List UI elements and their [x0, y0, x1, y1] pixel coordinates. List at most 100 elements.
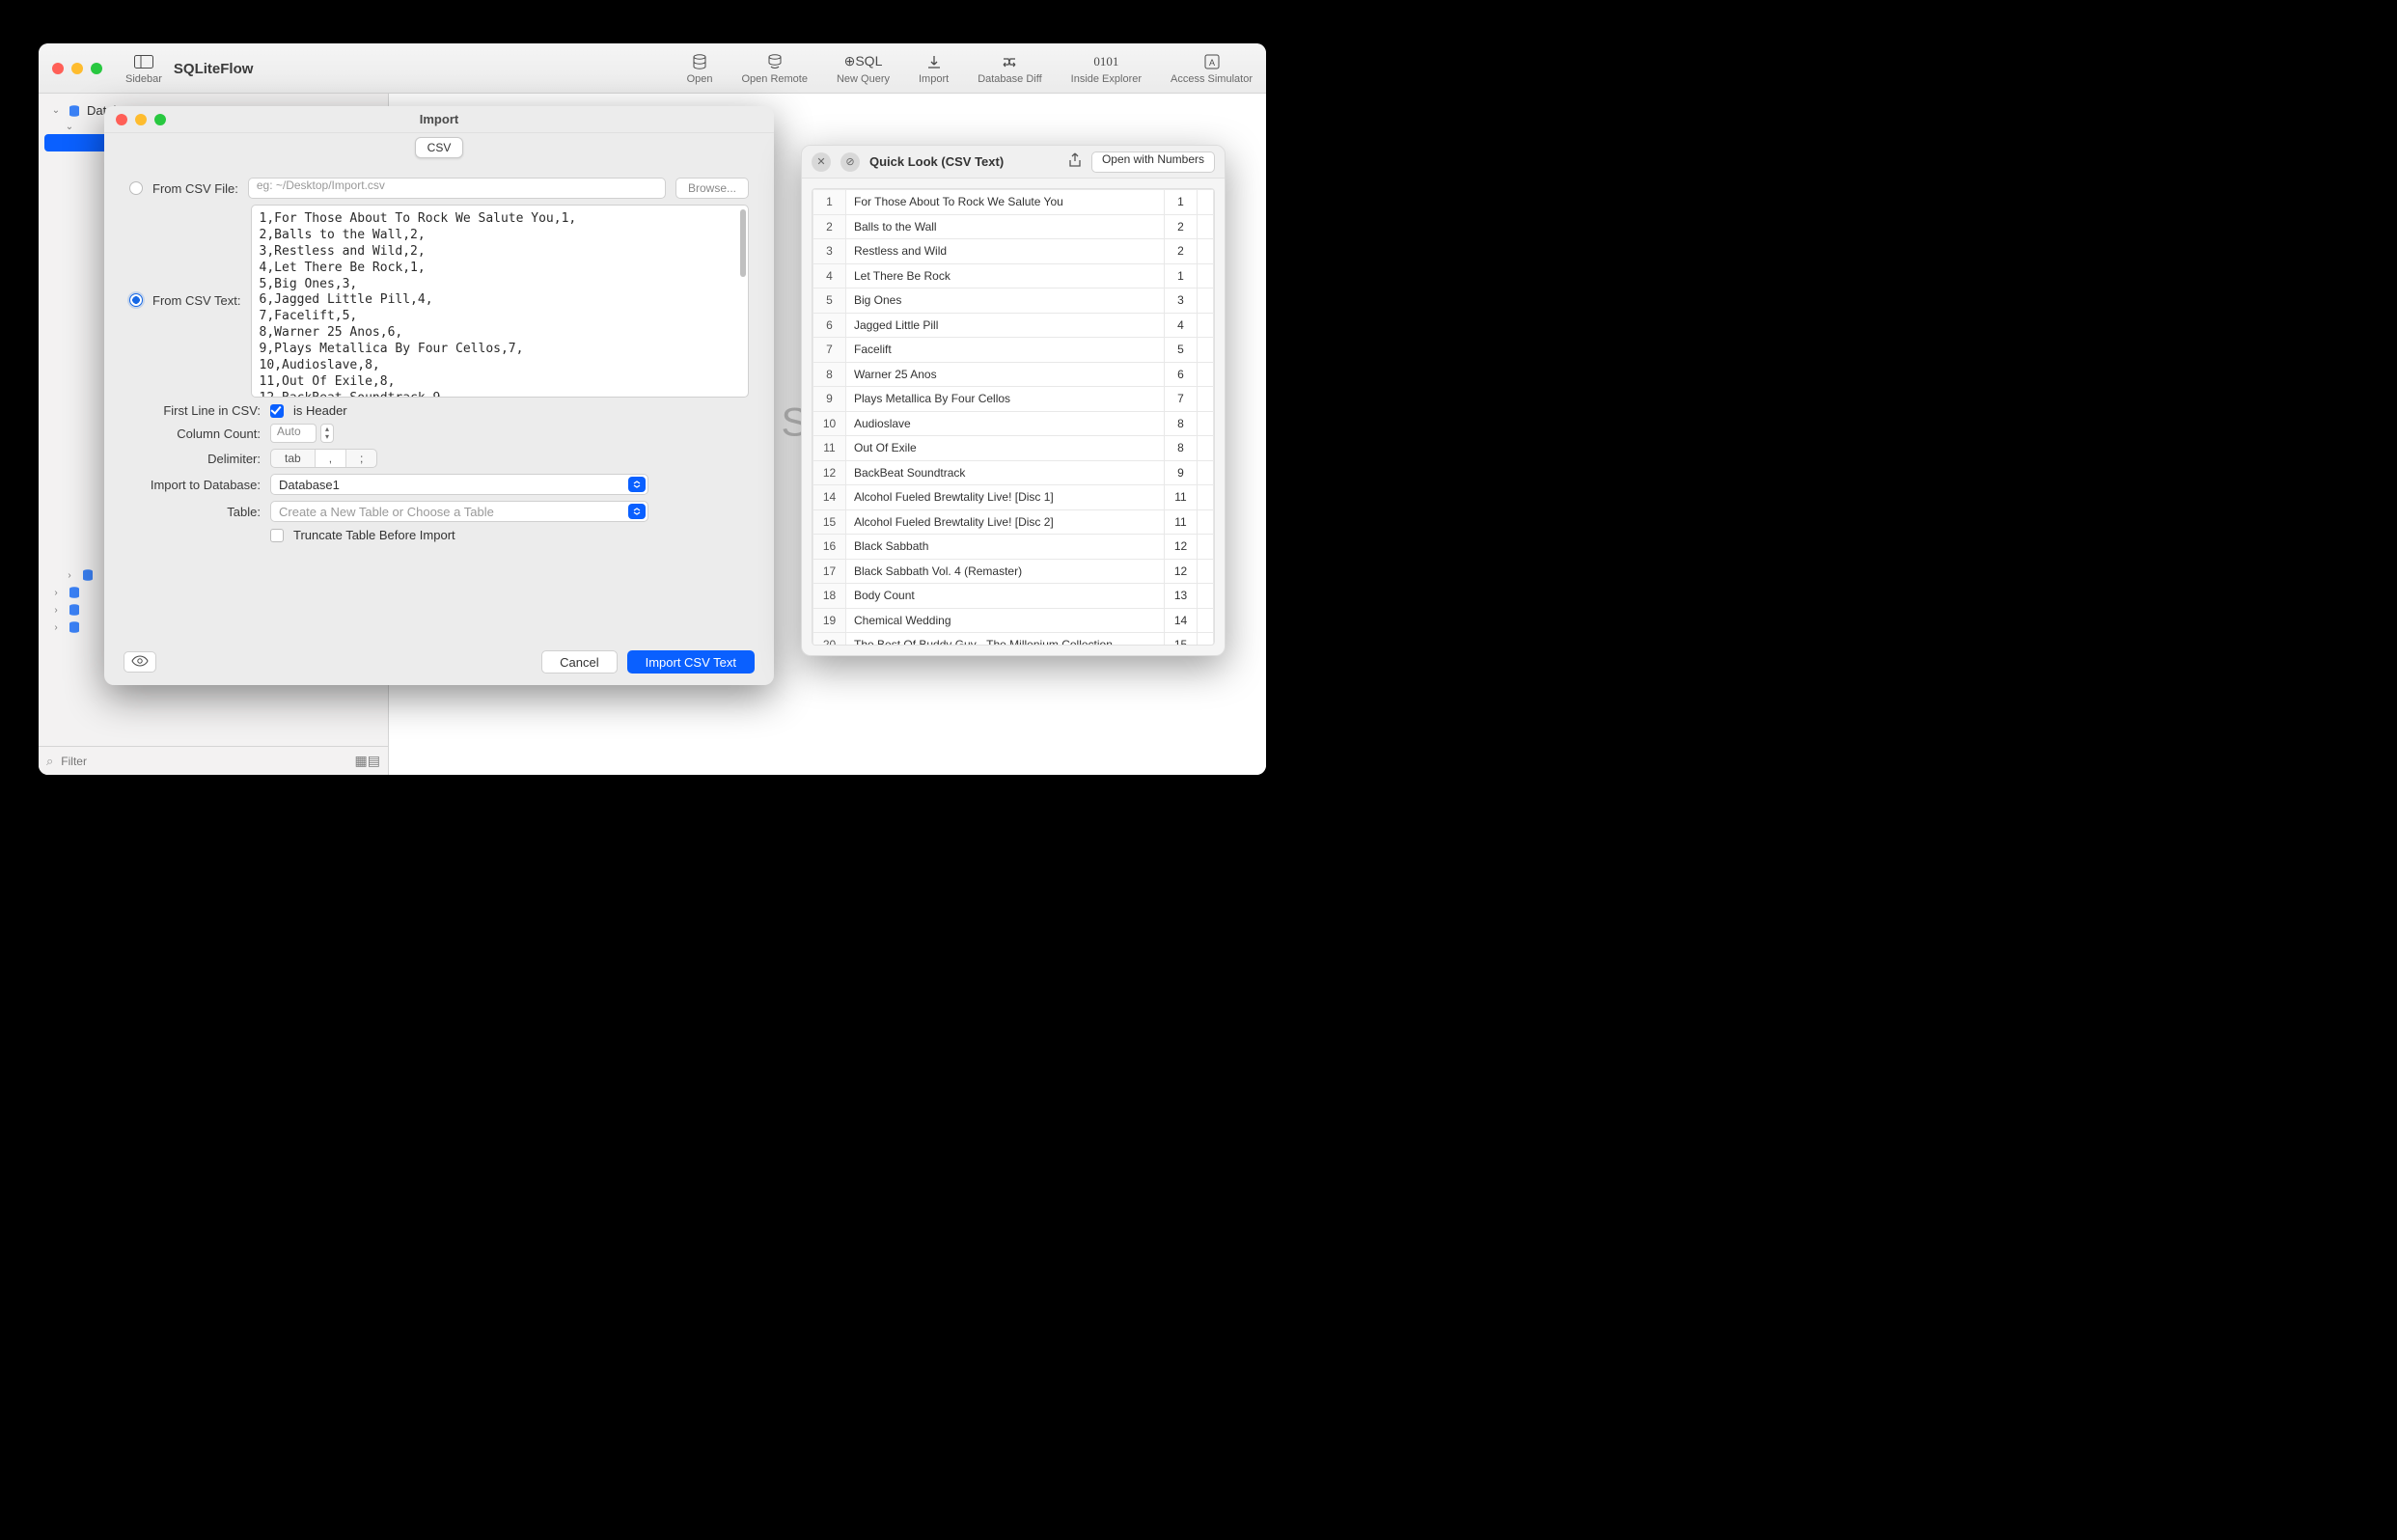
close-window-icon[interactable] [52, 63, 64, 74]
row-pad [1198, 214, 1214, 239]
inside-explorer-button[interactable]: 0101 Inside Explorer [1071, 52, 1142, 85]
table-row[interactable]: 2 Balls to the Wall 2 [813, 214, 1214, 239]
database-diff-button[interactable]: Database Diff [978, 52, 1041, 85]
row-value: 9 [1165, 460, 1198, 485]
table-row[interactable]: 4 Let There Be Rock 1 [813, 263, 1214, 289]
quick-look-panel: ✕ ⊘ Quick Look (CSV Text) Open with Numb… [801, 145, 1226, 656]
database-icon [68, 603, 81, 617]
binary-icon: 0101 [1093, 52, 1118, 71]
close-quicklook-icon[interactable]: ✕ [812, 152, 831, 172]
svg-text:A: A [1208, 58, 1214, 68]
from-text-label: From CSV Text: [152, 293, 241, 308]
sidebar-filter-input[interactable] [59, 754, 348, 769]
row-pad [1198, 584, 1214, 609]
row-value: 13 [1165, 584, 1198, 609]
table-row[interactable]: 15 Alcohol Fueled Brewtality Live! [Disc… [813, 509, 1214, 535]
column-count-input[interactable]: Auto [270, 424, 317, 443]
tab-csv[interactable]: CSV [415, 137, 464, 158]
row-index: 2 [813, 214, 846, 239]
row-title: Balls to the Wall [846, 214, 1165, 239]
chevron-right-icon: › [50, 588, 62, 598]
scrollbar-thumb[interactable] [740, 209, 746, 277]
delimiter-tab[interactable]: tab [271, 450, 316, 467]
share-icon[interactable] [1068, 152, 1082, 172]
database-select[interactable]: Database1 [270, 474, 648, 495]
row-title: For Those About To Rock We Salute You [846, 190, 1165, 215]
disable-quicklook-icon[interactable]: ⊘ [840, 152, 860, 172]
quick-look-table: 1 For Those About To Rock We Salute You … [813, 189, 1214, 646]
table-row[interactable]: 3 Restless and Wild 2 [813, 239, 1214, 264]
row-title: Body Count [846, 584, 1165, 609]
table-row[interactable]: 18 Body Count 13 [813, 584, 1214, 609]
first-line-label: First Line in CSV: [129, 403, 261, 418]
row-pad [1198, 411, 1214, 436]
table-row[interactable]: 8 Warner 25 Anos 6 [813, 362, 1214, 387]
app-title: SQLiteFlow [174, 59, 254, 77]
cancel-button[interactable]: Cancel [541, 650, 617, 674]
row-value: 12 [1165, 535, 1198, 560]
open-remote-button[interactable]: Open Remote [741, 52, 807, 85]
is-header-label: is Header [293, 403, 347, 418]
chevron-down-icon: ⌄ [64, 122, 75, 132]
table-row[interactable]: 10 Audioslave 8 [813, 411, 1214, 436]
dialog-title: Import [104, 112, 774, 126]
row-index: 5 [813, 289, 846, 314]
row-index: 16 [813, 535, 846, 560]
row-title: Alcohol Fueled Brewtality Live! [Disc 2] [846, 509, 1165, 535]
row-pad [1198, 608, 1214, 633]
import-button[interactable]: Import [919, 52, 949, 85]
browse-button[interactable]: Browse... [675, 178, 749, 199]
row-value: 2 [1165, 214, 1198, 239]
import-tab-bar: CSV [104, 133, 774, 166]
row-pad [1198, 362, 1214, 387]
table-row[interactable]: 12 BackBeat Soundtrack 9 [813, 460, 1214, 485]
database-icon [68, 586, 81, 599]
chevron-down-icon: ⌄ [50, 105, 62, 116]
access-simulator-button[interactable]: A Access Simulator [1171, 52, 1253, 85]
import-icon [926, 52, 942, 71]
csv-text-input[interactable]: 1,For Those About To Rock We Salute You,… [251, 205, 749, 398]
table-row[interactable]: 1 For Those About To Rock We Salute You … [813, 190, 1214, 215]
table-select[interactable]: Create a New Table or Choose a Table [270, 501, 648, 522]
column-count-stepper[interactable]: ▴▾ [320, 424, 334, 443]
table-row[interactable]: 19 Chemical Wedding 14 [813, 608, 1214, 633]
minimize-window-icon[interactable] [71, 63, 83, 74]
row-title: Alcohol Fueled Brewtality Live! [Disc 1] [846, 485, 1165, 510]
table-row[interactable]: 16 Black Sabbath 12 [813, 535, 1214, 560]
preview-button[interactable] [124, 651, 156, 673]
truncate-label: Truncate Table Before Import [293, 528, 455, 542]
delimiter-comma[interactable]: , [316, 450, 346, 467]
table-row[interactable]: 17 Black Sabbath Vol. 4 (Remaster) 12 [813, 559, 1214, 584]
table-label: Table: [129, 505, 261, 519]
table-row[interactable]: 11 Out Of Exile 8 [813, 436, 1214, 461]
sidebar-toggle-button[interactable]: Sidebar [125, 52, 162, 85]
row-title: BackBeat Soundtrack [846, 460, 1165, 485]
table-row[interactable]: 20 The Best Of Buddy Guy - The Millenium… [813, 633, 1214, 646]
open-with-button[interactable]: Open with Numbers [1091, 151, 1215, 173]
table-row[interactable]: 14 Alcohol Fueled Brewtality Live! [Disc… [813, 485, 1214, 510]
database-icon [81, 568, 95, 582]
zoom-window-icon[interactable] [91, 63, 102, 74]
table-row[interactable]: 5 Big Ones 3 [813, 289, 1214, 314]
delimiter-segmented[interactable]: tab , ; [270, 449, 377, 468]
open-button[interactable]: Open [687, 52, 713, 85]
truncate-checkbox[interactable] [270, 529, 284, 542]
is-header-checkbox[interactable] [270, 404, 284, 418]
from-file-radio[interactable] [129, 181, 143, 195]
row-pad [1198, 387, 1214, 412]
table-row[interactable]: 9 Plays Metallica By Four Cellos 7 [813, 387, 1214, 412]
from-text-radio[interactable] [129, 293, 143, 307]
row-value: 6 [1165, 362, 1198, 387]
row-value: 4 [1165, 313, 1198, 338]
table-row[interactable]: 7 Facelift 5 [813, 338, 1214, 363]
from-file-input[interactable]: eg: ~/Desktop/Import.csv [248, 178, 666, 199]
row-index: 20 [813, 633, 846, 646]
new-query-button[interactable]: ⊕SQL New Query [837, 52, 890, 85]
delimiter-semicolon[interactable]: ; [346, 450, 376, 467]
open-remote-label: Open Remote [741, 73, 807, 85]
row-title: Warner 25 Anos [846, 362, 1165, 387]
import-csv-text-button[interactable]: Import CSV Text [627, 650, 755, 674]
row-index: 8 [813, 362, 846, 387]
layout-toggle-icon[interactable]: ▦▤ [355, 753, 380, 769]
table-row[interactable]: 6 Jagged Little Pill 4 [813, 313, 1214, 338]
